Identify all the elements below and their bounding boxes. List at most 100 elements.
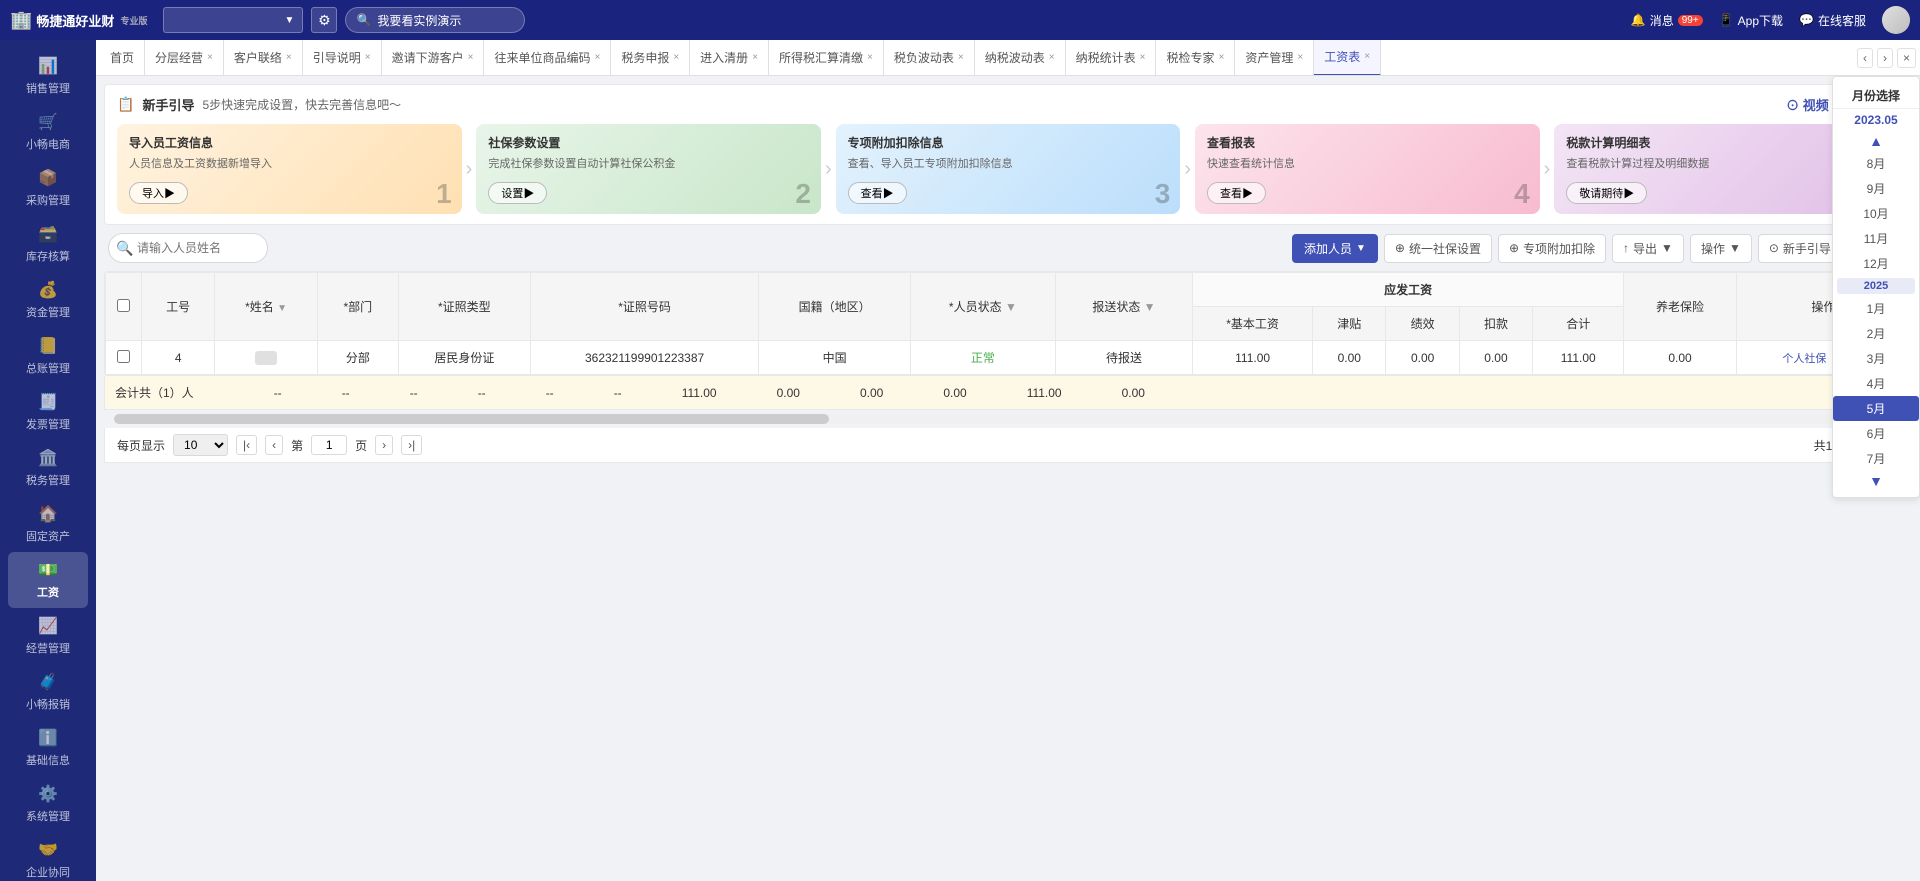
demo-search[interactable]: 🔍 我要看实例演示: [345, 7, 525, 33]
tab-next-button[interactable]: ›: [1877, 48, 1893, 68]
reimbursement-icon: 🧳: [38, 672, 58, 692]
sidebar-item-funds[interactable]: 💰 资金管理: [8, 272, 88, 328]
month-item-5[interactable]: 5月: [1833, 396, 1919, 421]
tab-close-icon[interactable]: ×: [867, 52, 873, 63]
tab-close-icon[interactable]: ×: [1218, 52, 1224, 63]
tab-close-icon[interactable]: ×: [468, 52, 474, 63]
tab-tax-fluctuation[interactable]: 纳税波动表×: [975, 40, 1066, 76]
sidebar-item-salary[interactable]: 💵 工资: [8, 552, 88, 608]
sidebar-item-ledger[interactable]: 📒 总账管理: [8, 328, 88, 384]
month-item-3[interactable]: 3月: [1833, 346, 1919, 371]
tab-clearance[interactable]: 进入清册×: [690, 40, 769, 76]
month-item-2[interactable]: 2月: [1833, 321, 1919, 346]
month-item-7[interactable]: 7月: [1833, 446, 1919, 471]
month-item-9[interactable]: 9月: [1833, 176, 1919, 201]
tab-close-icon[interactable]: ×: [365, 52, 371, 63]
month-item-12[interactable]: 12月: [1833, 251, 1919, 276]
sidebar-item-sales[interactable]: 📊 销售管理: [8, 48, 88, 104]
user-avatar[interactable]: [1882, 6, 1910, 34]
first-page-button[interactable]: |‹: [236, 435, 257, 455]
tab-close-icon[interactable]: ×: [673, 52, 679, 63]
sidebar-item-inventory[interactable]: 🗃️ 库存核算: [8, 216, 88, 272]
page-size-select[interactable]: 10 20 50 100: [173, 434, 228, 456]
year-2025-label: 2025: [1837, 278, 1915, 294]
cell-allowance: 0.00: [1313, 341, 1386, 375]
select-all-checkbox[interactable]: [117, 299, 130, 312]
sidebar-item-basic-info[interactable]: ℹ️ 基础信息: [8, 720, 88, 776]
guide-step-2-btn[interactable]: 设置▶: [488, 182, 547, 204]
scrollbar-thumb[interactable]: [114, 414, 829, 424]
unified-settings-button[interactable]: ⊕ 统一社保设置: [1384, 234, 1492, 263]
add-person-button[interactable]: 添加人员 ▼: [1292, 234, 1378, 263]
sidebar-item-ecommerce[interactable]: 🛒 小畅电商: [8, 104, 88, 160]
tab-product-code[interactable]: 往来单位商品编码×: [484, 40, 611, 76]
sidebar-item-reimbursement[interactable]: 🧳 小畅报销: [8, 664, 88, 720]
tab-guide-desc[interactable]: 引导说明×: [303, 40, 382, 76]
tab-close-icon[interactable]: ×: [1140, 52, 1146, 63]
month-selector-title: 月份选择: [1833, 83, 1919, 109]
tab-close-icon[interactable]: ×: [1364, 51, 1370, 62]
tab-invite[interactable]: 邀请下游客户×: [382, 40, 485, 76]
tab-close-icon[interactable]: ×: [958, 52, 964, 63]
personal-insurance-link[interactable]: 个人社保: [1782, 353, 1826, 365]
month-item-1[interactable]: 1月: [1833, 296, 1919, 321]
tab-tax-expert[interactable]: 税检专家×: [1156, 40, 1235, 76]
sidebar-item-collab[interactable]: 🤝 企业协同: [8, 832, 88, 881]
guide-step-5-btn[interactable]: 敬请期待▶: [1566, 182, 1647, 204]
special-deduction-button[interactable]: ⊕ 专项附加扣除: [1498, 234, 1606, 263]
month-item-11[interactable]: 11月: [1833, 226, 1919, 251]
guide-video-link[interactable]: ⊙ 视频: [1786, 95, 1829, 114]
guide-step-4-btn[interactable]: 查看▶: [1207, 182, 1266, 204]
tab-layered-ops[interactable]: 分层经营×: [145, 40, 224, 76]
sidebar-item-system[interactable]: ⚙️ 系统管理: [8, 776, 88, 832]
guide-step-1-btn[interactable]: 导入▶: [129, 182, 188, 204]
sidebar-item-purchase[interactable]: 📦 采购管理: [8, 160, 88, 216]
tab-customer[interactable]: 客户联络×: [224, 40, 303, 76]
operations-icon: 📈: [38, 616, 58, 636]
prev-page-button[interactable]: ‹: [265, 435, 283, 455]
tab-tax-stats[interactable]: 纳税统计表×: [1066, 40, 1157, 76]
ecommerce-icon: 🛒: [38, 112, 58, 132]
last-page-button[interactable]: ›|: [401, 435, 422, 455]
performance-header: 绩效: [1386, 307, 1459, 341]
tab-income-tax[interactable]: 所得税汇算清缴×: [769, 40, 884, 76]
export-button[interactable]: ↑ 导出 ▼: [1612, 234, 1684, 263]
tab-home[interactable]: 首页: [100, 40, 145, 76]
tab-close-icon[interactable]: ×: [207, 52, 213, 63]
month-item-10[interactable]: 10月: [1833, 201, 1919, 226]
tab-close-all-button[interactable]: ×: [1897, 48, 1916, 68]
sidebar-item-operations[interactable]: 📈 经营管理: [8, 608, 88, 664]
app-download-button[interactable]: 📱 App下载: [1719, 12, 1783, 29]
newbie-guide-button[interactable]: ⊙ 新手引导: [1758, 234, 1842, 263]
tab-tax-burden[interactable]: 税负波动表×: [884, 40, 975, 76]
tab-prev-button[interactable]: ‹: [1857, 48, 1873, 68]
message-button[interactable]: 🔔 消息 99+: [1631, 12, 1703, 29]
row-checkbox[interactable]: [117, 350, 130, 363]
tab-close-icon[interactable]: ×: [752, 52, 758, 63]
next-page-button[interactable]: ›: [375, 435, 393, 455]
tab-assets[interactable]: 资产管理×: [1235, 40, 1314, 76]
online-service-button[interactable]: 💬 在线客服: [1799, 12, 1866, 29]
page-input[interactable]: [311, 435, 347, 455]
guide-step-3-btn[interactable]: 查看▶: [848, 182, 907, 204]
tab-salary-table[interactable]: 工资表×: [1314, 40, 1381, 76]
month-item-4[interactable]: 4月: [1833, 371, 1919, 396]
month-up-button[interactable]: ▲: [1869, 133, 1883, 149]
tab-close-icon[interactable]: ×: [594, 52, 600, 63]
tab-close-icon[interactable]: ×: [1297, 52, 1303, 63]
basic-salary-header: *基本工资: [1193, 307, 1313, 341]
sidebar-item-tax[interactable]: 🏛️ 税务管理: [8, 440, 88, 496]
month-item-8[interactable]: 8月: [1833, 151, 1919, 176]
tab-tax-declare[interactable]: 税务申报×: [611, 40, 690, 76]
tab-close-icon[interactable]: ×: [1049, 52, 1055, 63]
settings-icon[interactable]: ⚙: [311, 7, 337, 33]
sidebar-item-invoice[interactable]: 🧾 发票管理: [8, 384, 88, 440]
month-item-6[interactable]: 6月: [1833, 421, 1919, 446]
actions-button[interactable]: 操作 ▼: [1690, 234, 1752, 263]
month-down-button[interactable]: ▼: [1869, 473, 1883, 489]
guide-step-3: 专项附加扣除信息 查看、导入员工专项附加扣除信息 查看▶ 3: [836, 124, 1181, 214]
tab-close-icon[interactable]: ×: [286, 52, 292, 63]
horizontal-scrollbar[interactable]: [114, 414, 1902, 424]
sidebar-item-fixed-assets[interactable]: 🏠 固定资产: [8, 496, 88, 552]
company-selector[interactable]: ▼: [163, 7, 303, 33]
